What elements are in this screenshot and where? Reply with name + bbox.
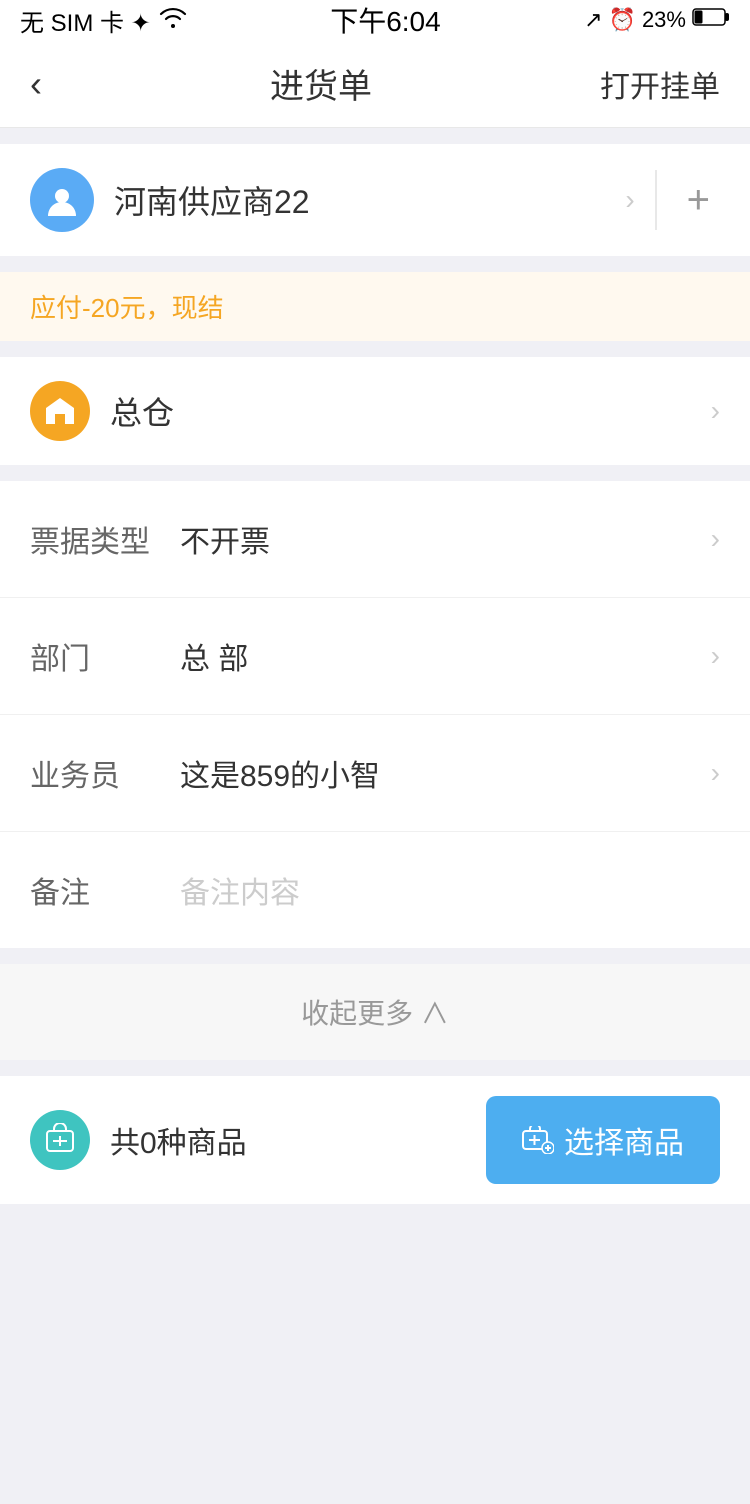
status-bar: 无 SIM 卡 ✦ 下午6:04 ↗ ⏰ 23%: [0, 0, 750, 40]
alert-text: 应付-20元，现结: [30, 293, 224, 323]
select-product-button[interactable]: 选择商品: [486, 1096, 720, 1184]
collapse-button[interactable]: 收起更多 ∧: [0, 964, 750, 1060]
product-count: 共0种商品: [110, 1118, 486, 1162]
remark-value: 备注内容: [180, 868, 720, 912]
remark-label: 备注: [30, 868, 150, 912]
department-value: 总 部: [180, 634, 711, 678]
wifi-icon: [159, 6, 187, 35]
supplier-chevron-icon: ›: [625, 184, 634, 216]
top-divider: [0, 128, 750, 144]
status-time: 下午6:04: [330, 0, 441, 40]
alarm-icon: ⏰: [609, 7, 636, 33]
supplier-name: 河南供应商22: [114, 177, 625, 223]
product-icon: [30, 1110, 90, 1170]
supplier-section: 河南供应商22 › +: [0, 144, 750, 256]
remark-row[interactable]: 备注 备注内容: [0, 832, 750, 948]
vertical-divider: [655, 170, 657, 230]
status-left: 无 SIM 卡 ✦: [20, 3, 187, 38]
supplier-row[interactable]: 河南供应商22 › +: [0, 144, 750, 256]
invoice-type-row[interactable]: 票据类型 不开票 ›: [0, 481, 750, 598]
warehouse-section[interactable]: 总仓 ›: [0, 357, 750, 465]
salesperson-chevron-icon: ›: [711, 757, 720, 789]
warehouse-label: 总仓: [110, 388, 711, 434]
warehouse-icon: [30, 381, 90, 441]
select-product-label: 选择商品: [564, 1118, 684, 1162]
invoice-type-label: 票据类型: [30, 517, 150, 561]
salesperson-label: 业务员: [30, 751, 150, 795]
alert-banner: 应付-20元，现结: [0, 272, 750, 341]
bottom-bar: 共0种商品 选择商品: [0, 1076, 750, 1204]
location-icon: ↗: [584, 7, 602, 33]
collapse-text: 收起更多 ∧: [301, 992, 449, 1032]
add-supplier-button[interactable]: +: [677, 178, 720, 223]
status-right: ↗ ⏰ 23%: [584, 7, 730, 33]
battery-icon: [692, 7, 730, 33]
form-section: 票据类型 不开票 › 部门 总 部 › 业务员 这是859的小智 › 备注 备注…: [0, 481, 750, 948]
supplier-avatar: [30, 168, 94, 232]
open-pending-button[interactable]: 打开挂单: [600, 62, 720, 106]
warehouse-chevron-icon: ›: [711, 395, 720, 427]
department-chevron-icon: ›: [711, 640, 720, 672]
rest-background: [0, 1204, 750, 1504]
invoice-type-value: 不开票: [180, 517, 711, 561]
salesperson-value: 这是859的小智: [180, 751, 711, 795]
battery-percent: 23%: [642, 7, 686, 33]
back-button[interactable]: ‹: [30, 63, 42, 105]
department-label: 部门: [30, 634, 150, 678]
page-title: 进货单: [270, 59, 372, 108]
department-row[interactable]: 部门 总 部 ›: [0, 598, 750, 715]
invoice-type-chevron-icon: ›: [711, 523, 720, 555]
salesperson-row[interactable]: 业务员 这是859的小智 ›: [0, 715, 750, 832]
sim-label: 无 SIM 卡 ✦: [20, 3, 151, 38]
nav-bar: ‹ 进货单 打开挂单: [0, 40, 750, 128]
